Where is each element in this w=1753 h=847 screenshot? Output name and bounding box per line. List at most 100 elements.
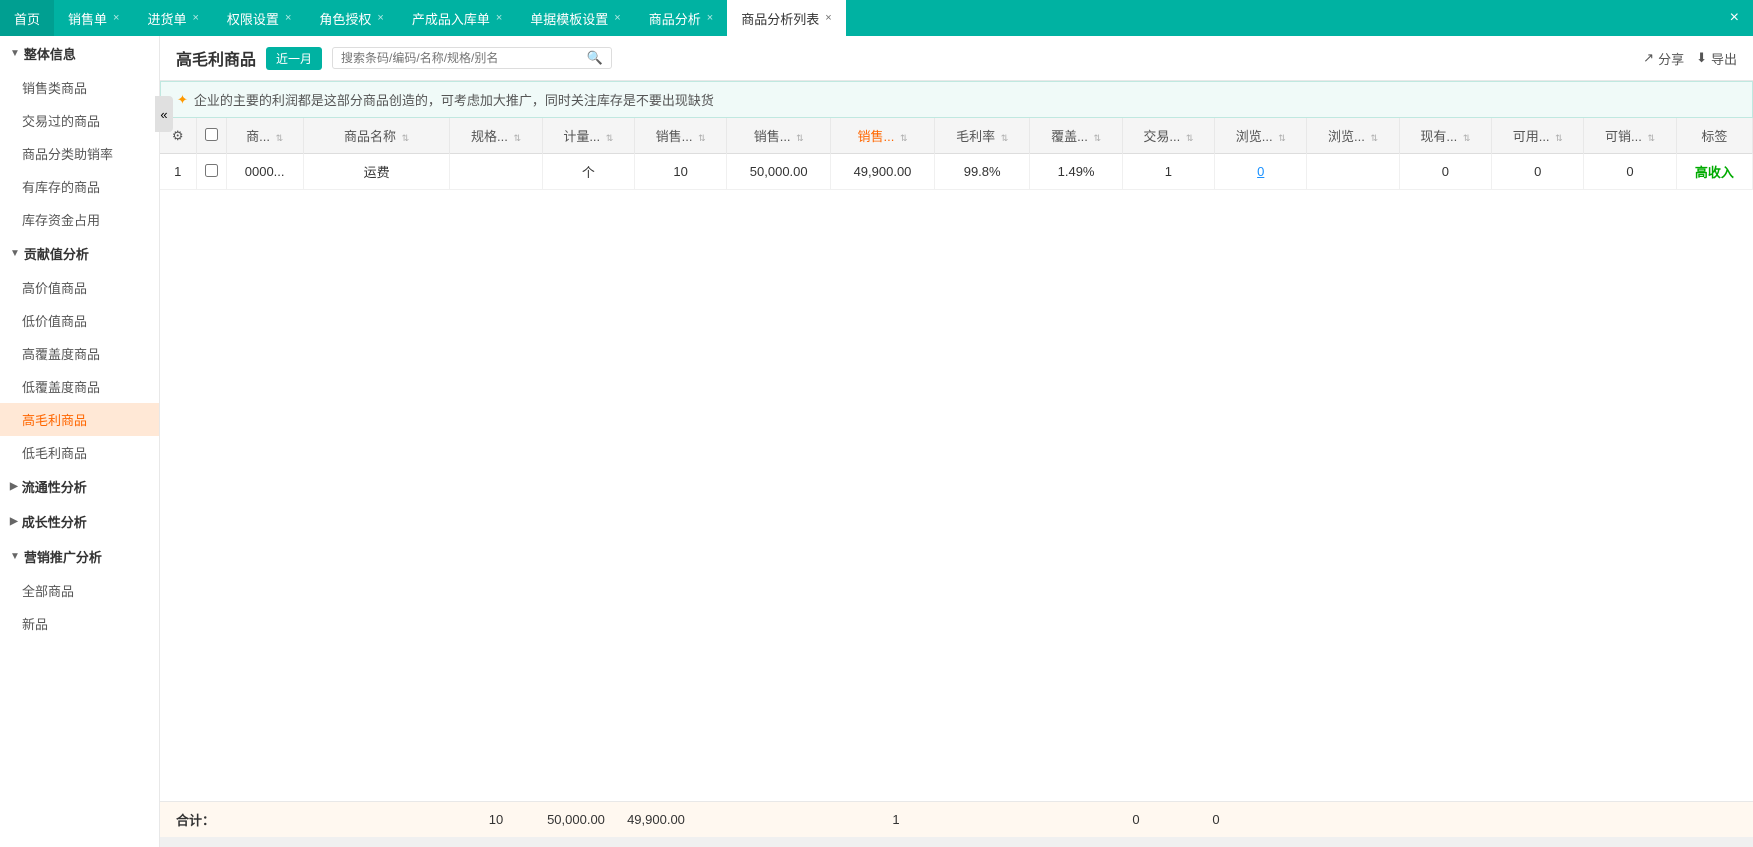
cell-checkbox[interactable] bbox=[196, 154, 226, 190]
tip-icon: ✦ bbox=[177, 92, 188, 108]
col-sales-amount[interactable]: 销售... ⇅ bbox=[727, 118, 831, 154]
col-sellable-stock[interactable]: 可销... ⇅ bbox=[1584, 118, 1676, 154]
sidebar: ▼ 整体信息 销售类商品 交易过的商品 商品分类助销率 有库存的商品 库存资金占… bbox=[0, 36, 160, 847]
search-box: 🔍 bbox=[332, 47, 612, 69]
sort-available-stock-icon: ⇅ bbox=[1555, 133, 1563, 143]
sort-view1-icon: ⇅ bbox=[1278, 133, 1286, 143]
sidebar-group-contribution-arrow: ▼ bbox=[10, 248, 20, 259]
nav-close-production[interactable]: × bbox=[496, 12, 502, 24]
close-all-tabs[interactable]: × bbox=[1716, 0, 1753, 36]
horizontal-scrollbar[interactable] bbox=[160, 837, 1753, 847]
sidebar-group-overall[interactable]: ▼ 整体信息 bbox=[0, 36, 159, 71]
cell-sellable-stock: 0 bbox=[1584, 154, 1676, 190]
nav-item-purchase[interactable]: 进货单 × bbox=[133, 0, 212, 36]
sidebar-item-high-value[interactable]: 高价值商品 bbox=[0, 271, 159, 304]
nav-close-template[interactable]: × bbox=[614, 12, 620, 24]
nav-close-roles[interactable]: × bbox=[377, 12, 383, 24]
col-view2[interactable]: 浏览... ⇅ bbox=[1307, 118, 1399, 154]
sort-gross-margin-icon: ⇅ bbox=[1001, 133, 1009, 143]
info-banner: ✦ 企业的主要的利润都是这部分商品创造的，可考虑加大推广，同时关注库存是不要出现… bbox=[160, 81, 1753, 118]
footer-sales-amount: 50,000.00 bbox=[536, 812, 616, 827]
sidebar-item-low-value[interactable]: 低价值商品 bbox=[0, 304, 159, 337]
col-tag[interactable]: 标签 bbox=[1676, 118, 1752, 154]
sort-code-icon: ⇅ bbox=[276, 133, 284, 143]
table-footer: 合计： 10 50,000.00 49,900.00 1 0 0 bbox=[160, 801, 1753, 837]
sidebar-group-marketing[interactable]: ▼ 营销推广分析 bbox=[0, 539, 159, 574]
nav-close-sales[interactable]: × bbox=[113, 12, 119, 24]
table-row: 1 0000... 运费 个 10 50,000.00 49,900.00 99… bbox=[160, 154, 1753, 190]
col-unit[interactable]: 计量... ⇅ bbox=[542, 118, 634, 154]
col-current-stock[interactable]: 现有... ⇅ bbox=[1399, 118, 1491, 154]
nav-item-home[interactable]: 首页 bbox=[0, 0, 54, 36]
cell-code: 0000... bbox=[226, 154, 303, 190]
sidebar-group-marketing-arrow: ▼ bbox=[10, 551, 20, 562]
sidebar-collapse-button[interactable]: « bbox=[155, 96, 173, 132]
col-spec[interactable]: 规格... ⇅ bbox=[450, 118, 542, 154]
sidebar-item-category-rate[interactable]: 商品分类助销率 bbox=[0, 137, 159, 170]
sidebar-item-sales-goods[interactable]: 销售类商品 bbox=[0, 71, 159, 104]
select-all-checkbox[interactable] bbox=[205, 128, 218, 141]
nav-item-roles[interactable]: 角色授权 × bbox=[305, 0, 397, 36]
col-coverage[interactable]: 覆盖... ⇅ bbox=[1030, 118, 1122, 154]
nav-close-permissions[interactable]: × bbox=[285, 12, 291, 24]
sidebar-item-low-coverage[interactable]: 低覆盖度商品 bbox=[0, 370, 159, 403]
col-checkbox[interactable] bbox=[196, 118, 226, 154]
cell-sales-amount: 50,000.00 bbox=[727, 154, 831, 190]
sidebar-item-high-coverage[interactable]: 高覆盖度商品 bbox=[0, 337, 159, 370]
col-available-stock[interactable]: 可用... ⇅ bbox=[1492, 118, 1584, 154]
share-button[interactable]: ↗ 分享 bbox=[1643, 49, 1684, 68]
cell-index: 1 bbox=[160, 154, 196, 190]
sidebar-group-contribution[interactable]: ▼ 贡献值分析 bbox=[0, 236, 159, 271]
sort-transaction-icon: ⇅ bbox=[1186, 133, 1194, 143]
nav-item-goods-analysis[interactable]: 商品分析 × bbox=[635, 0, 727, 36]
footer-spacer1 bbox=[256, 812, 456, 827]
search-icon[interactable]: 🔍 bbox=[587, 50, 603, 66]
cell-view1[interactable]: 0 bbox=[1215, 154, 1307, 190]
sidebar-item-stock-capital[interactable]: 库存资金占用 bbox=[0, 203, 159, 236]
col-sales-profit[interactable]: 销售... ⇅ bbox=[831, 118, 935, 154]
sort-name-icon: ⇅ bbox=[402, 133, 410, 143]
col-code[interactable]: 商... ⇅ bbox=[226, 118, 303, 154]
sidebar-item-high-margin[interactable]: 高毛利商品 bbox=[0, 403, 159, 436]
page-title: 高毛利商品 bbox=[176, 46, 256, 70]
share-icon: ↗ bbox=[1643, 50, 1654, 66]
settings-icon[interactable]: ⚙ bbox=[172, 128, 184, 143]
nav-item-goods-analysis-list[interactable]: 商品分析列表 × bbox=[727, 0, 845, 36]
search-input[interactable] bbox=[341, 51, 587, 65]
sort-sales-profit-icon: ⇅ bbox=[900, 133, 908, 143]
export-button[interactable]: ⬇ 导出 bbox=[1696, 49, 1737, 68]
nav-close-goods-analysis[interactable]: × bbox=[707, 12, 713, 24]
sidebar-item-traded-goods[interactable]: 交易过的商品 bbox=[0, 104, 159, 137]
sidebar-item-all-goods[interactable]: 全部商品 bbox=[0, 574, 159, 607]
footer-transaction: 1 bbox=[856, 812, 936, 827]
footer-sales-profit: 49,900.00 bbox=[616, 812, 696, 827]
col-name[interactable]: 商品名称 ⇅ bbox=[303, 118, 450, 154]
cell-view2 bbox=[1307, 154, 1399, 190]
sidebar-item-new-goods[interactable]: 新品 bbox=[0, 607, 159, 640]
cell-transaction: 1 bbox=[1122, 154, 1214, 190]
nav-item-sales[interactable]: 销售单 × bbox=[54, 0, 133, 36]
sidebar-group-liquidity-arrow: ▶ bbox=[10, 481, 18, 492]
col-transaction[interactable]: 交易... ⇅ bbox=[1122, 118, 1214, 154]
nav-close-goods-analysis-list[interactable]: × bbox=[825, 12, 831, 24]
data-table: ⚙ 商... ⇅ 商品名称 ⇅ bbox=[160, 118, 1753, 190]
nav-item-template[interactable]: 单据模板设置 × bbox=[516, 0, 634, 36]
row-checkbox[interactable] bbox=[205, 164, 218, 177]
sidebar-group-growth[interactable]: ▶ 成长性分析 bbox=[0, 504, 159, 539]
nav-close-purchase[interactable]: × bbox=[192, 12, 198, 24]
footer-spacer2 bbox=[696, 812, 856, 827]
sidebar-item-in-stock-goods[interactable]: 有库存的商品 bbox=[0, 170, 159, 203]
sidebar-group-liquidity[interactable]: ▶ 流通性分析 bbox=[0, 469, 159, 504]
header-actions: ↗ 分享 ⬇ 导出 bbox=[1643, 49, 1737, 68]
col-view1[interactable]: 浏览... ⇅ bbox=[1215, 118, 1307, 154]
filter-recent-month-button[interactable]: 近一月 bbox=[266, 47, 322, 70]
sidebar-item-low-margin[interactable]: 低毛利商品 bbox=[0, 436, 159, 469]
sort-sales-amount-icon: ⇅ bbox=[796, 133, 804, 143]
col-gross-margin[interactable]: 毛利率 ⇅ bbox=[934, 118, 1030, 154]
export-icon: ⬇ bbox=[1696, 50, 1707, 66]
footer-values: 10 50,000.00 49,900.00 1 0 0 bbox=[256, 812, 1737, 827]
cell-gross-margin: 99.8% bbox=[934, 154, 1030, 190]
nav-item-permissions[interactable]: 权限设置 × bbox=[213, 0, 305, 36]
col-sales-qty[interactable]: 销售... ⇅ bbox=[634, 118, 726, 154]
nav-item-production[interactable]: 产成品入库单 × bbox=[398, 0, 516, 36]
